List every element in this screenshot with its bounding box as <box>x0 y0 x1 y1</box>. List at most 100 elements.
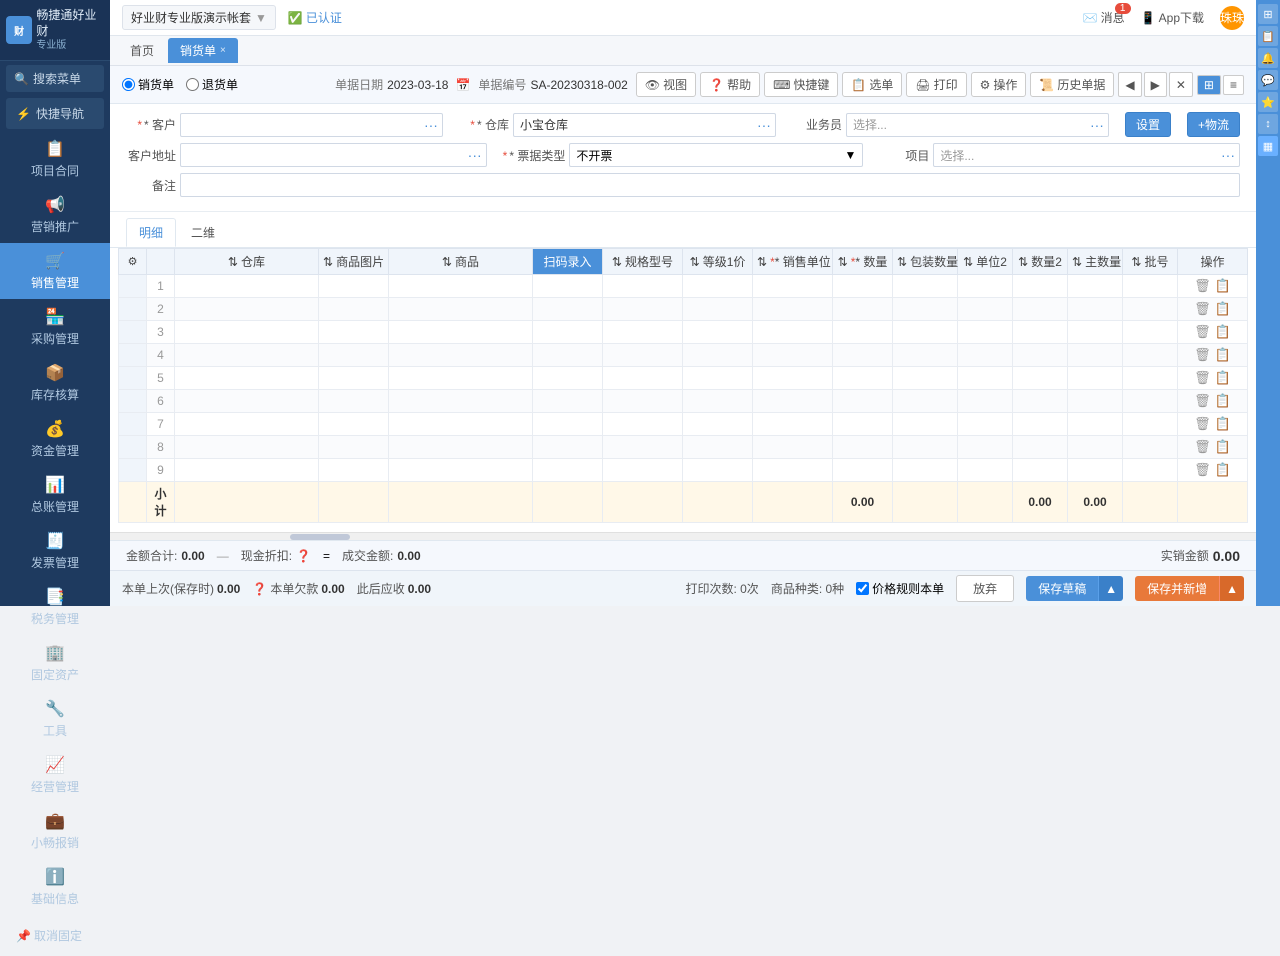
list-view-button[interactable]: ≡ <box>1223 75 1244 95</box>
row-delete-icon[interactable]: 🗑 <box>1192 370 1213 385</box>
cell-8-3[interactable] <box>753 321 833 344</box>
cell-13-6[interactable] <box>1068 390 1123 413</box>
cell-5-1[interactable] <box>533 275 603 298</box>
col-warehouse-header[interactable]: ⇅ 仓库 <box>175 249 319 275</box>
cell-14-4[interactable] <box>1123 344 1178 367</box>
row-copy-icon[interactable]: 📋 <box>1213 416 1233 431</box>
row-delete-icon[interactable]: 🗑 <box>1192 439 1213 454</box>
cell-11-2[interactable] <box>958 298 1013 321</box>
col-quantity-header[interactable]: ⇅ * 数量 <box>833 249 893 275</box>
close-page-button[interactable]: ✕ <box>1169 72 1193 97</box>
cell-14-6[interactable] <box>1123 390 1178 413</box>
sidebar-item-sales[interactable]: 🛒 销售管理 <box>0 243 110 299</box>
price-check-checkbox[interactable] <box>856 582 869 595</box>
customer-dots-icon[interactable]: ··· <box>424 117 438 133</box>
cell-11-7[interactable] <box>958 413 1013 436</box>
cell-9-3[interactable] <box>833 321 893 344</box>
cell-2-9[interactable] <box>175 459 319 482</box>
cell-6-7[interactable] <box>603 413 683 436</box>
cell-14-2[interactable] <box>1123 298 1178 321</box>
cell-11-5[interactable] <box>958 367 1013 390</box>
row-copy-icon[interactable]: 📋 <box>1213 393 1233 408</box>
cell-4-7[interactable] <box>389 413 533 436</box>
cell-2-7[interactable] <box>175 413 319 436</box>
shortcut-button[interactable]: ⌨ 快捷键 <box>764 72 838 97</box>
cell-ops-6[interactable]: 🗑📋 <box>1178 390 1248 413</box>
cell-12-2[interactable] <box>1013 298 1068 321</box>
cell-14-1[interactable] <box>1123 275 1178 298</box>
row-delete-icon[interactable]: 🗑 <box>1192 416 1213 431</box>
cell-5-6[interactable] <box>533 390 603 413</box>
cell-3-4[interactable] <box>319 344 389 367</box>
row-delete-icon[interactable]: 🗑 <box>1192 324 1213 339</box>
col-batch-import-header[interactable]: 扫码录入 <box>533 249 603 275</box>
cell-11-9[interactable] <box>958 459 1013 482</box>
cell-2-5[interactable] <box>175 367 319 390</box>
row-copy-icon[interactable]: 📋 <box>1213 370 1233 385</box>
col-qty2-header[interactable]: ⇅ 数量2 <box>1013 249 1068 275</box>
col-unit2-header[interactable]: ⇅ 单位2 <box>958 249 1013 275</box>
cell-10-5[interactable] <box>893 367 958 390</box>
cell-14-7[interactable] <box>1123 413 1178 436</box>
cell-12-8[interactable] <box>1013 436 1068 459</box>
cell-8-4[interactable] <box>753 344 833 367</box>
remark-input[interactable] <box>180 173 1240 197</box>
cell-12-7[interactable] <box>1013 413 1068 436</box>
cell-10-4[interactable] <box>893 344 958 367</box>
sidebar-item-capital[interactable]: 💰 资金管理 <box>0 411 110 467</box>
cell-14-9[interactable] <box>1123 459 1178 482</box>
cell-10-2[interactable] <box>893 298 958 321</box>
view-button[interactable]: 👁 视图 <box>636 72 696 97</box>
select-button[interactable]: 📋 选单 <box>842 72 902 97</box>
warehouse-input[interactable]: 小宝仓库 ··· <box>513 113 776 137</box>
cell-6-1[interactable] <box>603 275 683 298</box>
cell-4-6[interactable] <box>389 390 533 413</box>
cell-13-3[interactable] <box>1068 321 1123 344</box>
right-icon-2[interactable]: 📋 <box>1258 26 1278 46</box>
cell-13-7[interactable] <box>1068 413 1123 436</box>
grid-view-button[interactable]: ⊞ <box>1197 75 1221 95</box>
add-logistics-button[interactable]: +物流 <box>1187 112 1240 137</box>
cell-5-9[interactable] <box>533 459 603 482</box>
col-settings[interactable]: ⚙ <box>119 249 147 275</box>
cell-9-4[interactable] <box>833 344 893 367</box>
operations-button[interactable]: ⚙ 操作 <box>971 72 1027 97</box>
cell-5-4[interactable] <box>533 344 603 367</box>
sidebar-item-mini-reports[interactable]: 💼 小畅报销 <box>0 803 110 859</box>
cell-11-3[interactable] <box>958 321 1013 344</box>
cell-3-3[interactable] <box>319 321 389 344</box>
cell-14-8[interactable] <box>1123 436 1178 459</box>
right-icon-1[interactable]: ⊞ <box>1258 4 1278 24</box>
sidebar-item-inventory[interactable]: 📦 库存核算 <box>0 355 110 411</box>
tab-mingxi[interactable]: 明细 <box>126 218 176 247</box>
cell-3-9[interactable] <box>319 459 389 482</box>
cell-3-1[interactable] <box>319 275 389 298</box>
sidebar-item-tools[interactable]: 🔧 工具 <box>0 691 110 747</box>
row-copy-icon[interactable]: 📋 <box>1213 301 1233 316</box>
address-dots-icon[interactable]: ··· <box>468 147 482 163</box>
company-selector[interactable]: 好业财专业版演示帐套 ▼ <box>122 5 276 30</box>
right-icon-active[interactable]: ▦ <box>1258 136 1278 156</box>
row-delete-icon[interactable]: 🗑 <box>1192 393 1213 408</box>
cell-3-8[interactable] <box>319 436 389 459</box>
row-copy-icon[interactable]: 📋 <box>1213 462 1233 477</box>
cell-6-5[interactable] <box>603 367 683 390</box>
col-product-header[interactable]: ⇅ 商品 <box>389 249 533 275</box>
salesperson-dots-icon[interactable]: ··· <box>1090 117 1104 133</box>
save-draft-arrow-button[interactable]: ▲ <box>1098 576 1123 601</box>
cell-8-6[interactable] <box>753 390 833 413</box>
cell-12-9[interactable] <box>1013 459 1068 482</box>
cell-5-2[interactable] <box>533 298 603 321</box>
tab-erwei[interactable]: 二维 <box>178 218 228 247</box>
cell-14-3[interactable] <box>1123 321 1178 344</box>
col-pack-qty-header[interactable]: ⇅ 包装数量 <box>893 249 958 275</box>
sidebar-item-cancel-fixed[interactable]: 📌 取消固定 <box>6 921 104 950</box>
cell-ops-2[interactable]: 🗑📋 <box>1178 298 1248 321</box>
cell-6-6[interactable] <box>603 390 683 413</box>
cell-7-6[interactable] <box>683 390 753 413</box>
col-batch-header[interactable]: ⇅ 批号 <box>1123 249 1178 275</box>
col-main-qty-header[interactable]: ⇅ 主数量 <box>1068 249 1123 275</box>
address-input[interactable]: ··· <box>180 143 487 167</box>
sidebar-item-tax[interactable]: 📑 税务管理 <box>0 579 110 635</box>
help-icon-debt[interactable]: ❓ <box>252 582 267 596</box>
